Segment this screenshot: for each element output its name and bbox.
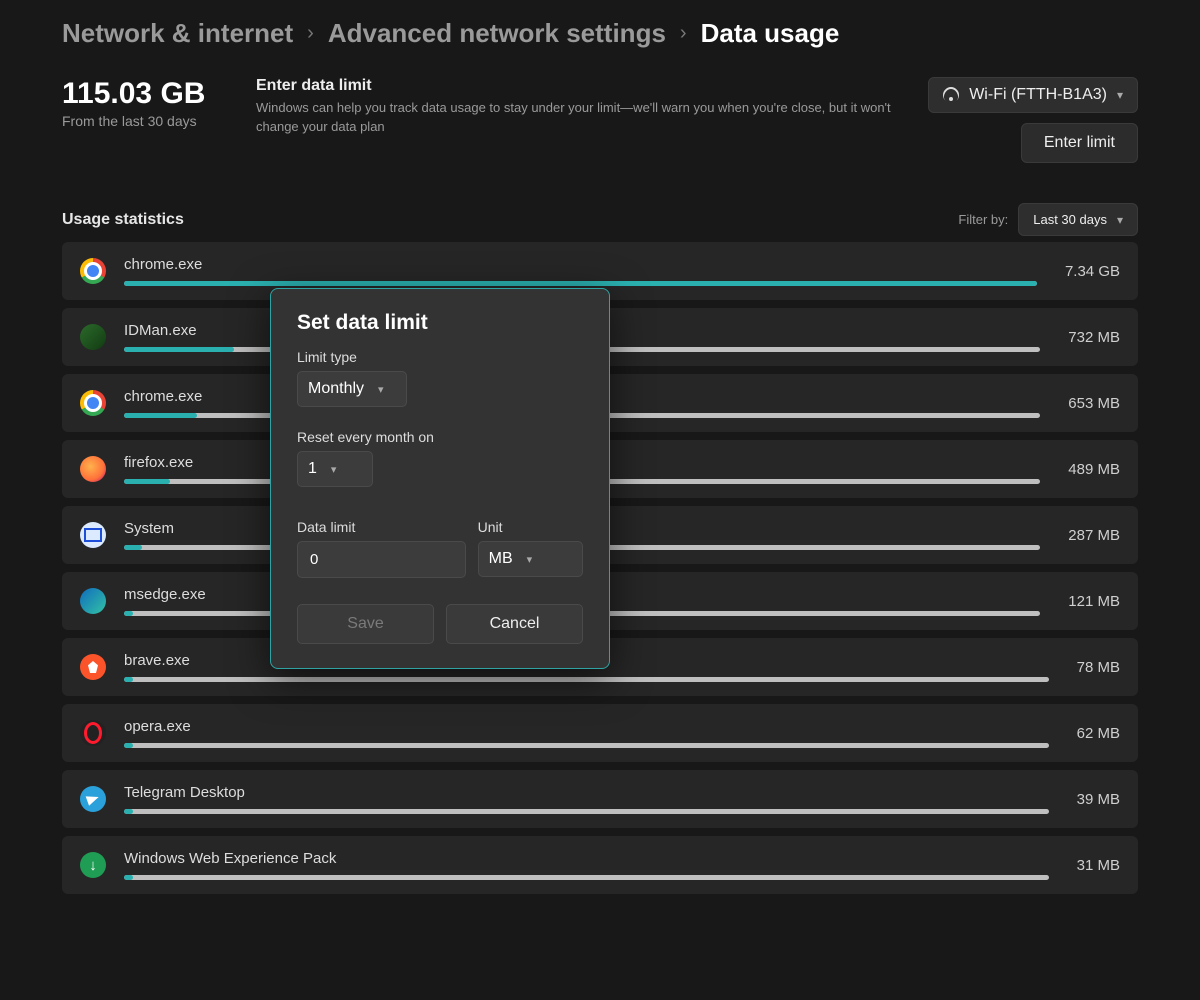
dialog-title: Set data limit — [297, 311, 583, 335]
app-name: chrome.exe — [124, 256, 1037, 273]
filter-dropdown[interactable]: Last 30 days ▾ — [1018, 203, 1138, 236]
breadcrumb: Network & internet › Advanced network se… — [62, 18, 1138, 49]
usage-bar — [124, 875, 1049, 880]
app-icon — [80, 786, 106, 812]
crumb-data-usage: Data usage — [701, 18, 840, 49]
wifi-icon — [943, 87, 959, 103]
cancel-button[interactable]: Cancel — [446, 604, 583, 644]
app-usage-value: 39 MB — [1077, 791, 1120, 808]
network-picker-label: Wi-Fi (FTTH-B1A3) — [969, 86, 1107, 104]
app-usage-value: 31 MB — [1077, 857, 1120, 874]
unit-value: MB — [489, 550, 513, 568]
usage-row: Windows Web Experience Pack 31 MB — [62, 836, 1138, 894]
data-limit-info: Enter data limit Windows can help you tr… — [256, 77, 904, 137]
save-button[interactable]: Save — [297, 604, 434, 644]
total-usage-sub: From the last 30 days — [62, 113, 232, 129]
chevron-right-icon: › — [307, 22, 314, 45]
unit-label: Unit — [478, 519, 583, 535]
app-icon — [80, 588, 106, 614]
app-name: Windows Web Experience Pack — [124, 850, 1049, 867]
filter-label: Filter by: — [958, 212, 1008, 227]
reset-day-label: Reset every month on — [297, 429, 583, 445]
unit-select[interactable]: MB ▾ — [478, 541, 583, 577]
usage-bar — [124, 743, 1049, 748]
chevron-down-icon: ▾ — [1117, 88, 1123, 102]
app-usage-value: 62 MB — [1077, 725, 1120, 742]
crumb-network[interactable]: Network & internet — [62, 18, 293, 49]
app-icon — [80, 456, 106, 482]
app-icon — [80, 390, 106, 416]
chevron-down-icon: ▾ — [527, 553, 533, 566]
app-icon — [80, 720, 106, 746]
data-limit-input-wrap — [297, 541, 466, 578]
total-usage: 115.03 GB From the last 30 days — [62, 77, 232, 129]
app-icon — [80, 258, 106, 284]
chevron-down-icon: ▾ — [1117, 213, 1123, 227]
data-limit-label: Data limit — [297, 519, 466, 535]
reset-day-select[interactable]: 1 ▾ — [297, 451, 373, 487]
usage-bar — [124, 677, 1049, 682]
chevron-down-icon: ▾ — [331, 463, 337, 476]
app-icon — [80, 522, 106, 548]
filter-value: Last 30 days — [1033, 212, 1107, 227]
usage-row: opera.exe 62 MB — [62, 704, 1138, 762]
set-data-limit-dialog: Set data limit Limit type Monthly ▾ Rese… — [270, 288, 610, 669]
app-usage-value: 489 MB — [1068, 461, 1120, 478]
app-icon — [80, 324, 106, 350]
limit-type-value: Monthly — [308, 380, 364, 398]
app-usage-value: 78 MB — [1077, 659, 1120, 676]
app-usage-value: 287 MB — [1068, 527, 1120, 544]
limit-type-label: Limit type — [297, 349, 583, 365]
app-name: opera.exe — [124, 718, 1049, 735]
data-limit-desc: Windows can help you track data usage to… — [256, 99, 904, 137]
reset-day-value: 1 — [308, 460, 317, 478]
app-usage-value: 7.34 GB — [1065, 263, 1120, 280]
usage-bar — [124, 809, 1049, 814]
limit-type-select[interactable]: Monthly ▾ — [297, 371, 407, 407]
app-icon — [80, 852, 106, 878]
app-name: Telegram Desktop — [124, 784, 1049, 801]
usage-statistics-heading: Usage statistics — [62, 211, 184, 229]
data-limit-title: Enter data limit — [256, 77, 904, 95]
crumb-advanced[interactable]: Advanced network settings — [328, 18, 666, 49]
usage-row: Telegram Desktop 39 MB — [62, 770, 1138, 828]
total-usage-value: 115.03 GB — [62, 77, 232, 111]
enter-limit-button[interactable]: Enter limit — [1021, 123, 1138, 163]
chevron-right-icon: › — [680, 22, 687, 45]
data-limit-input[interactable] — [308, 550, 455, 569]
usage-bar — [124, 281, 1037, 286]
network-picker[interactable]: Wi-Fi (FTTH-B1A3) ▾ — [928, 77, 1138, 113]
app-usage-value: 121 MB — [1068, 593, 1120, 610]
app-icon — [80, 654, 106, 680]
app-usage-value: 653 MB — [1068, 395, 1120, 412]
chevron-down-icon: ▾ — [378, 383, 384, 396]
app-usage-value: 732 MB — [1068, 329, 1120, 346]
